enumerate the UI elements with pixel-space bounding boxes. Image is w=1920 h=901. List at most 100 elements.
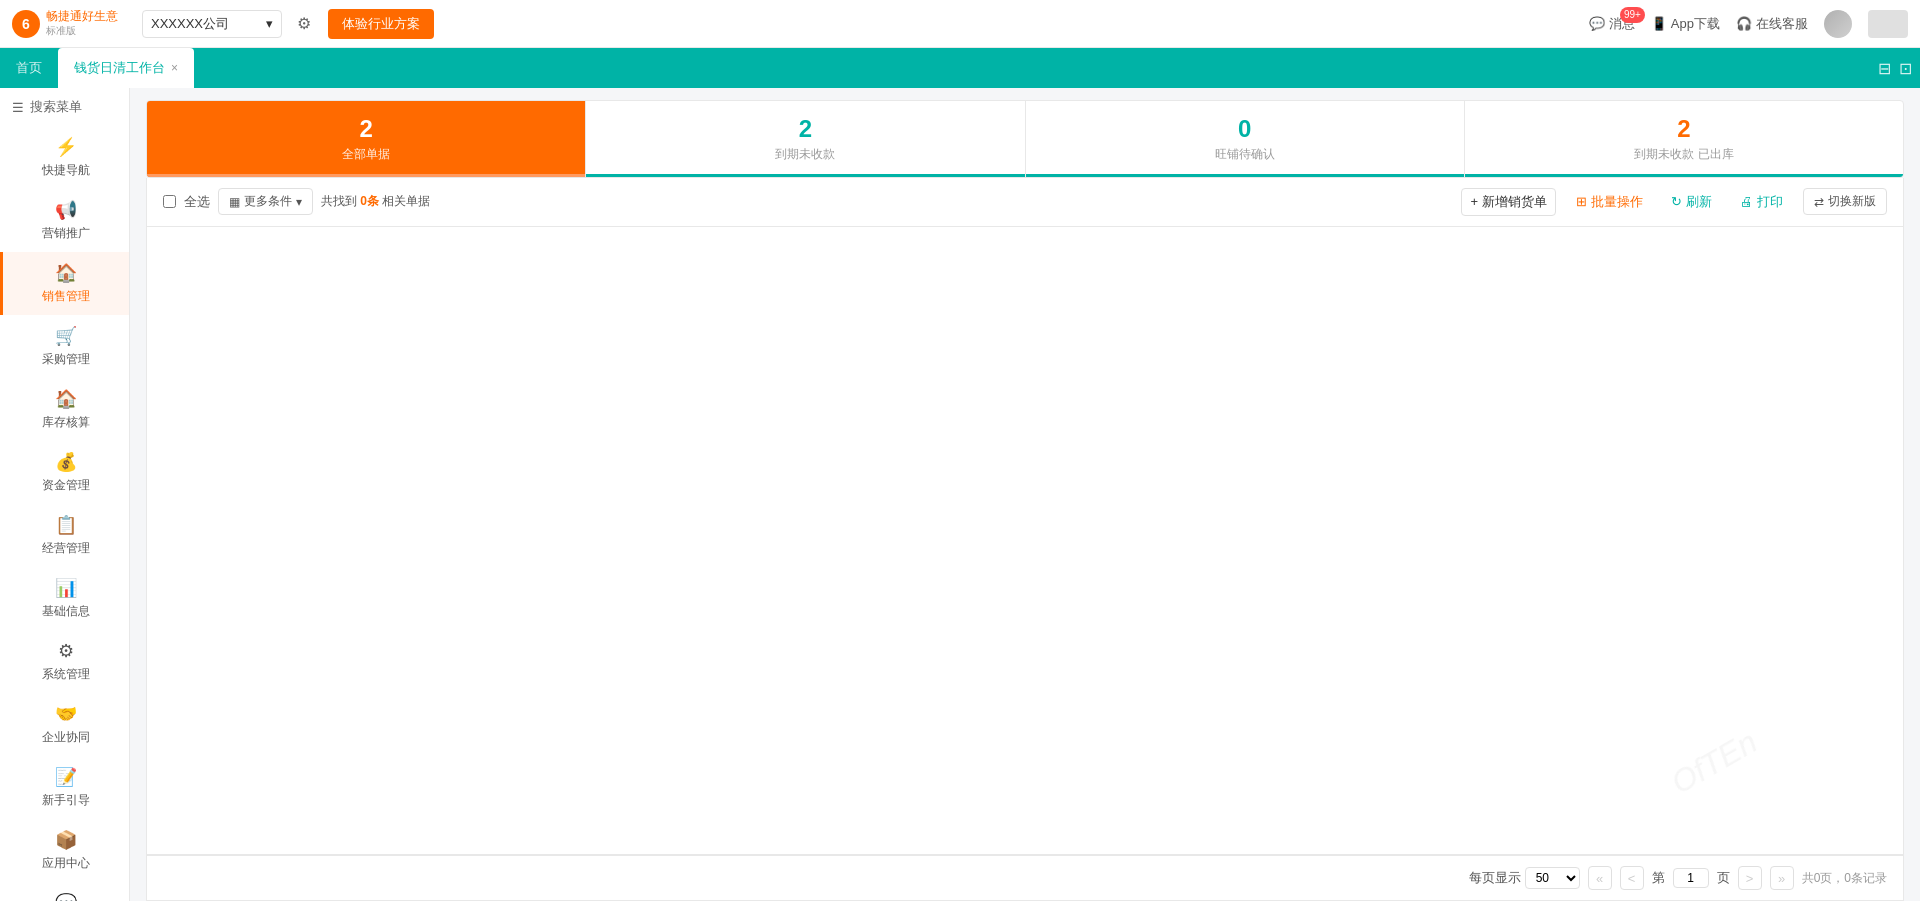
page-prev-button[interactable]: < xyxy=(1620,866,1644,890)
sidebar-item-enterprise[interactable]: 🤝 企业协同 xyxy=(0,693,129,756)
filter-icon: ▦ xyxy=(229,195,240,209)
stat-card-all[interactable]: 2 全部单据 xyxy=(147,101,586,177)
select-all-checkbox[interactable] xyxy=(163,195,176,208)
sidebar-item-operation[interactable]: 📋 经营管理 xyxy=(0,504,129,567)
refresh-icon: ↻ xyxy=(1671,194,1682,209)
sidebar-item-sales[interactable]: 🏠 销售管理 xyxy=(0,252,129,315)
stat-label-overdue-out: 到期未收款 已出库 xyxy=(1485,146,1883,163)
sidebar-label-finance: 资金管理 xyxy=(42,477,90,494)
per-page-label: 每页显示 xyxy=(1469,869,1521,887)
trial-button[interactable]: 体验行业方案 xyxy=(328,9,434,39)
sidebar-label-app-center: 应用中心 xyxy=(42,855,90,872)
sidebar-item-finance[interactable]: 💰 资金管理 xyxy=(0,441,129,504)
found-text: 共找到 0条 相关单据 xyxy=(321,193,430,210)
tab-close-icon[interactable]: × xyxy=(171,61,178,75)
filter-chevron-icon: ▾ xyxy=(296,195,302,209)
sidebar-label-enterprise: 企业协同 xyxy=(42,729,90,746)
page-next-button[interactable]: > xyxy=(1738,866,1762,890)
avatar[interactable] xyxy=(1824,10,1852,38)
online-service-action[interactable]: 🎧 在线客服 xyxy=(1736,15,1808,33)
app-download-action[interactable]: 📱 App下载 xyxy=(1651,15,1720,33)
sidebar-item-marketing[interactable]: 📢 营销推广 xyxy=(0,189,129,252)
enterprise-icon: 🤝 xyxy=(55,703,77,725)
stat-num-overdue: 2 xyxy=(606,115,1004,144)
stat-label-overdue: 到期未收款 xyxy=(606,146,1004,163)
sidebar-label-system: 系统管理 xyxy=(42,666,90,683)
page-input[interactable] xyxy=(1673,868,1709,888)
avatar-image xyxy=(1824,10,1852,38)
sidebar-label-marketing: 营销推广 xyxy=(42,225,90,242)
print-label: 打印 xyxy=(1757,193,1783,211)
sidebar-item-app-center[interactable]: 📦 应用中心 xyxy=(0,819,129,882)
refresh-button[interactable]: ↻ 刷新 xyxy=(1663,189,1720,215)
batch-icon: ⊞ xyxy=(1576,194,1587,209)
newbie-icon: 📝 xyxy=(55,766,77,788)
tab-work-bench[interactable]: 钱货日清工作台 × xyxy=(58,48,194,88)
table-area xyxy=(146,227,1904,855)
toolbar-left: 全选 ▦ 更多条件 ▾ 共找到 0条 相关单据 xyxy=(163,188,1453,215)
sidebar-item-newbie[interactable]: 📝 新手引导 xyxy=(0,756,129,819)
add-sale-order-button[interactable]: + 新增销货单 xyxy=(1461,188,1556,216)
filter-button[interactable]: ▦ 更多条件 ▾ xyxy=(218,188,313,215)
stat-label-all: 全部单据 xyxy=(167,146,565,163)
stat-label-pending: 旺铺待确认 xyxy=(1046,146,1444,163)
sidebar-item-system[interactable]: ⚙ 系统管理 xyxy=(0,630,129,693)
sidebar-item-inventory[interactable]: 🏠 库存核算 xyxy=(0,378,129,441)
found-count: 0条 xyxy=(360,194,382,208)
found-prefix: 共找到 xyxy=(321,194,357,208)
stat-card-overdue-out[interactable]: 2 到期未收款 已出库 xyxy=(1465,101,1903,177)
message-action[interactable]: 💬 消息 99+ xyxy=(1589,15,1635,33)
page-last-button[interactable]: » xyxy=(1770,866,1794,890)
tab-home-label: 首页 xyxy=(16,59,42,77)
settings-icon[interactable]: ⚙ xyxy=(288,8,320,40)
sidebar-item-basic-info[interactable]: 📊 基础信息 xyxy=(0,567,129,630)
avatar2[interactable] xyxy=(1868,10,1908,38)
sidebar-label-inventory: 库存核算 xyxy=(42,414,90,431)
sidebar-label-newbie: 新手引导 xyxy=(42,792,90,809)
top-header: 6 畅捷通好生意 标准版 XXXXXX公司 ▾ ⚙ 体验行业方案 💬 消息 99… xyxy=(0,0,1920,48)
main-content: 2 全部单据 2 到期未收款 0 旺铺待确认 2 到期未收款 已出库 xyxy=(130,88,1920,901)
add-icon: + xyxy=(1470,194,1478,209)
switch-label: 切换新版 xyxy=(1828,193,1876,210)
logo-area: 6 畅捷通好生意 标准版 xyxy=(12,9,142,39)
logo-badge: 标准版 xyxy=(46,24,118,38)
header-right: 💬 消息 99+ 📱 App下载 🎧 在线客服 xyxy=(1589,10,1908,38)
tab-minimize-icon[interactable]: ⊟ xyxy=(1878,59,1891,78)
batch-label: 批量操作 xyxy=(1591,193,1643,211)
sidebar-search[interactable]: ☰ 搜索菜单 xyxy=(0,88,129,126)
sidebar-item-purchase[interactable]: 🛒 采购管理 xyxy=(0,315,129,378)
stat-card-pending[interactable]: 0 旺铺待确认 xyxy=(1026,101,1465,177)
sidebar-item-wechat[interactable]: 💬 企业微信 xyxy=(0,882,129,901)
tab-maximize-icon[interactable]: ⊡ xyxy=(1899,59,1912,78)
tab-home[interactable]: 首页 xyxy=(0,48,58,88)
message-badge: 99+ xyxy=(1620,7,1645,23)
sales-icon: 🏠 xyxy=(55,262,77,284)
page-first-button[interactable]: « xyxy=(1588,866,1612,890)
basic-info-icon: 📊 xyxy=(55,577,77,599)
switch-new-version-button[interactable]: ⇄ 切换新版 xyxy=(1803,188,1887,215)
wechat-icon: 💬 xyxy=(55,892,77,901)
operation-icon: 📋 xyxy=(55,514,77,536)
page-suffix: 页 xyxy=(1717,869,1730,887)
print-button[interactable]: 🖨 打印 xyxy=(1732,189,1791,215)
app-download-icon: 📱 xyxy=(1651,16,1667,31)
finance-icon: 💰 xyxy=(55,451,77,473)
sidebar-item-quick-nav[interactable]: ⚡ 快捷导航 xyxy=(0,126,129,189)
company-selector[interactable]: XXXXXX公司 ▾ xyxy=(142,10,282,38)
batch-operation-button[interactable]: ⊞ 批量操作 xyxy=(1568,189,1651,215)
per-page-select[interactable]: 50 100 200 xyxy=(1525,867,1580,889)
search-menu-label: 搜索菜单 xyxy=(30,98,82,116)
add-sale-order-label: 新增销货单 xyxy=(1482,193,1547,211)
sidebar-label-sales: 销售管理 xyxy=(42,288,90,305)
filter-label: 更多条件 xyxy=(244,193,292,210)
chevron-down-icon: ▾ xyxy=(266,16,273,31)
stats-row: 2 全部单据 2 到期未收款 0 旺铺待确认 2 到期未收款 已出库 xyxy=(146,100,1904,178)
page-label: 第 xyxy=(1652,869,1665,887)
message-icon: 💬 xyxy=(1589,16,1605,31)
stat-num-pending: 0 xyxy=(1046,115,1444,144)
found-suffix: 相关单据 xyxy=(382,194,430,208)
stat-card-overdue[interactable]: 2 到期未收款 xyxy=(586,101,1025,177)
sidebar-label-quick-nav: 快捷导航 xyxy=(42,162,90,179)
total-info: 共0页，0条记录 xyxy=(1802,870,1887,887)
inventory-icon: 🏠 xyxy=(55,388,77,410)
